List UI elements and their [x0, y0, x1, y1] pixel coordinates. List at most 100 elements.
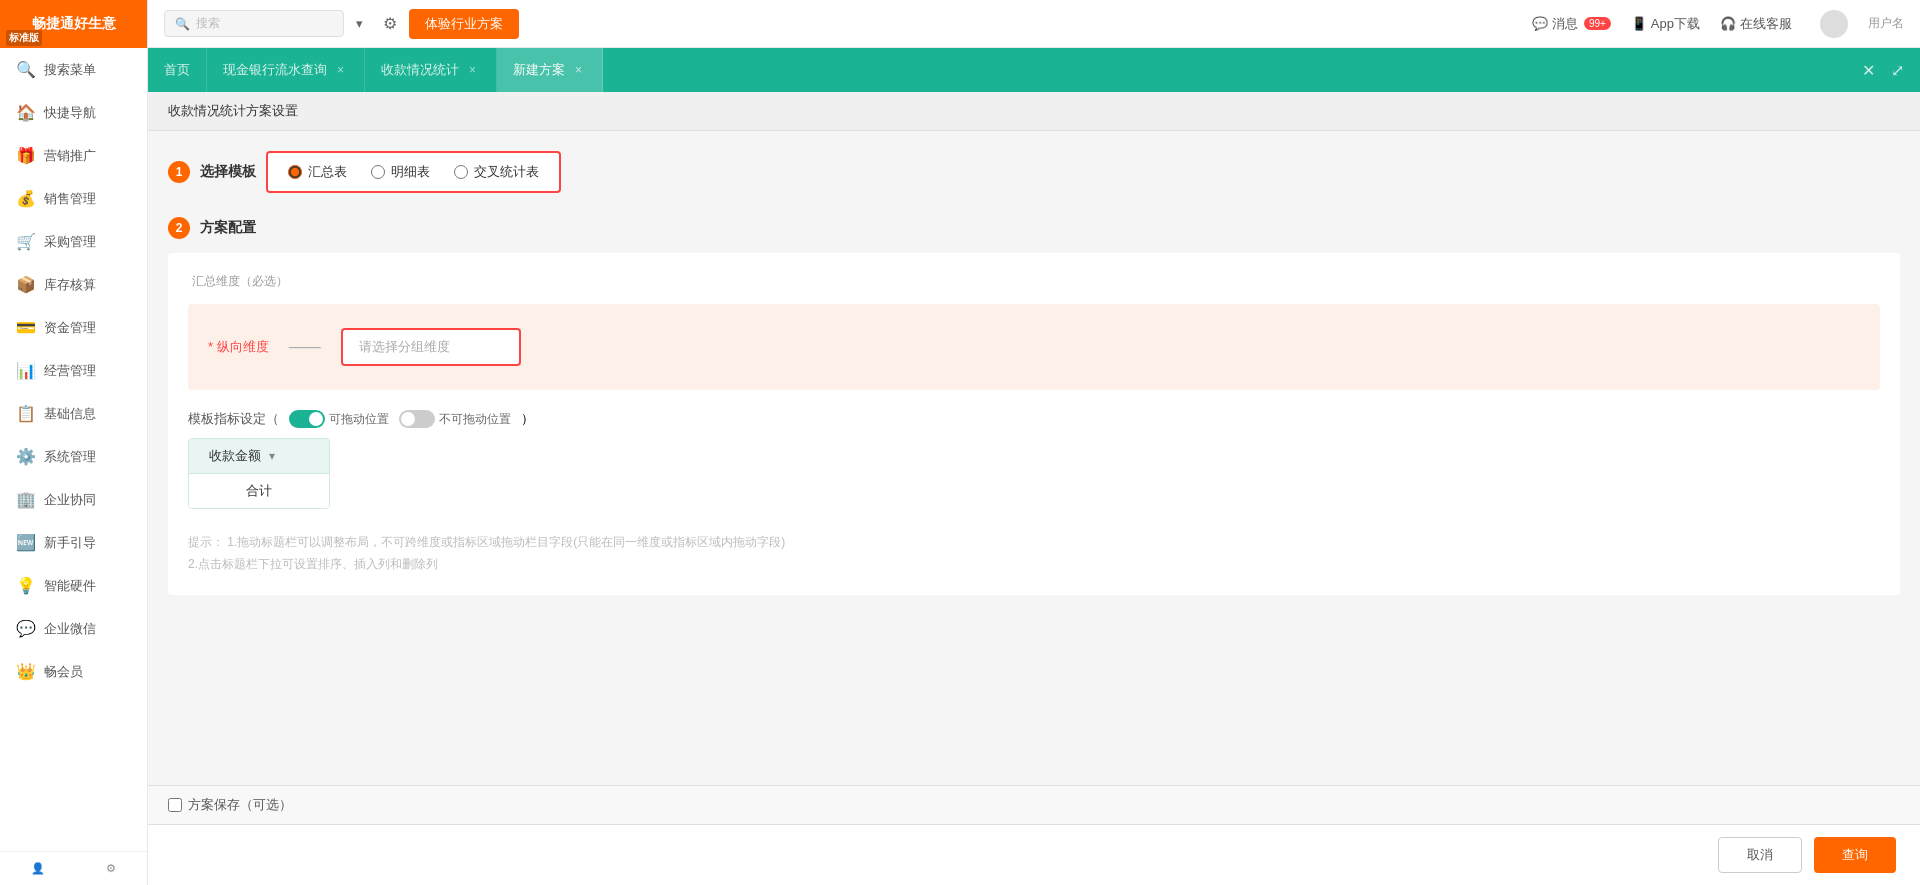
sidebar-item-purchase[interactable]: 🛒采购管理: [0, 220, 147, 263]
finance-label: 资金管理: [44, 319, 96, 337]
sidebar-item-search-menu[interactable]: 🔍搜索菜单: [0, 48, 147, 91]
step2-title: 方案配置: [200, 219, 256, 237]
hint-1: 提示： 1.拖动标题栏可以调整布局，不可跨维度或指标区域拖动栏目字段(只能在同一…: [188, 532, 1880, 554]
sidebar-item-corp-coop[interactable]: 🏢企业协同: [0, 478, 147, 521]
user-name: 用户名: [1868, 15, 1904, 32]
message-badge: 99+: [1584, 17, 1611, 30]
sidebar: 畅捷通好生意 标准版 🔍搜索菜单🏠快捷导航 🎁 营销推广 💰 销售管理 🛒采购管理 📦 库存核…: [0, 0, 148, 885]
system-label: 系统管理: [44, 448, 96, 466]
inventory-label: 库存核算: [44, 276, 96, 294]
quick-nav-icon: 🏠: [16, 103, 36, 122]
metric-header: 模板指标设定（ 可拖动位置 不可拖动位置 ）: [188, 410, 1880, 428]
sales-label: 销售管理: [44, 190, 96, 208]
query-button[interactable]: 查询: [1814, 837, 1896, 873]
dimension-section-label: 汇总维度（必选）: [192, 274, 288, 288]
tab-label-new-plan: 新建方案: [513, 61, 565, 79]
download-btn[interactable]: 📱 App下载: [1631, 15, 1700, 33]
search-placeholder-text: 搜索: [196, 15, 220, 32]
corp-wechat-label: 企业微信: [44, 620, 96, 638]
gear-icon[interactable]: ⚙: [383, 14, 397, 33]
sidebar-item-smart-hw[interactable]: 💡智能硬件: [0, 564, 147, 607]
tab-cash-bank[interactable]: 现金银行流水查询×: [207, 48, 365, 92]
user-icon: 👤: [31, 862, 45, 875]
metric-dropdown-arrow[interactable]: ▾: [269, 449, 275, 463]
sidebar-item-quick-nav[interactable]: 🏠快捷导航: [0, 91, 147, 134]
message-icon: 💬: [1532, 16, 1548, 31]
sidebar-item-finance[interactable]: 💳资金管理: [0, 306, 147, 349]
industry-btn[interactable]: 体验行业方案: [409, 9, 519, 39]
tabbar-expand-btn[interactable]: ⤢: [1887, 57, 1908, 84]
sidebar-item-basic-info[interactable]: 📋基础信息: [0, 392, 147, 435]
sidebar-item-operation[interactable]: 📊经营管理: [0, 349, 147, 392]
message-btn[interactable]: 💬 消息 99+: [1532, 15, 1611, 33]
tab-close-new-plan[interactable]: ×: [571, 61, 586, 79]
metric-header-label: 收款金额: [209, 447, 261, 465]
sidebar-item-corp-wechat[interactable]: 💬企业微信: [0, 607, 147, 650]
step2-header: 2 方案配置: [168, 217, 1900, 239]
radio-cross-input[interactable]: [454, 165, 468, 179]
cancel-button[interactable]: 取消: [1718, 837, 1802, 873]
topbar-search[interactable]: 🔍 搜索: [164, 10, 344, 37]
radio-detail-label: 明细表: [391, 163, 430, 181]
tabbar: 首页现金银行流水查询×收款情况统计× 新建方案 × ✕ ⤢: [148, 48, 1920, 92]
message-label: 消息: [1552, 15, 1578, 33]
metric-table-cell: 合计: [189, 474, 329, 508]
step2-badge: 2: [168, 217, 190, 239]
step1-header: 1 选择模板 汇总表 明细表 交叉统计表: [168, 151, 1900, 193]
step2-section: 2 方案配置 汇总维度（必选） 纵向维度 —— 请选择分组维度: [168, 217, 1900, 595]
sidebar-item-guide[interactable]: 🆕新手引导: [0, 521, 147, 564]
avatar[interactable]: [1820, 10, 1848, 38]
save-checkbox[interactable]: 方案保存（可选）: [168, 796, 292, 814]
sidebar-item-member[interactable]: 👑 畅会员: [0, 650, 147, 693]
sidebar-bottom-user[interactable]: 👤: [31, 862, 45, 875]
radio-summary-input[interactable]: [288, 165, 302, 179]
download-icon: 📱: [1631, 16, 1647, 31]
member-icon: 👑: [16, 662, 36, 681]
dimension-select[interactable]: 请选择分组维度: [341, 328, 521, 366]
corp-coop-icon: 🏢: [16, 490, 36, 509]
sidebar-item-system[interactable]: ⚙️ 系统管理: [0, 435, 147, 478]
search-menu-icon: 🔍: [16, 60, 36, 79]
sidebar-item-inventory[interactable]: 📦 库存核算: [0, 263, 147, 306]
sidebar-logo: 畅捷通好生意 标准版: [0, 0, 147, 48]
content-area: 收款情况统计方案设置 1 选择模板 汇总表 明细表: [148, 92, 1920, 785]
action-bar: 取消 查询: [148, 824, 1920, 885]
tab-new-plan[interactable]: 新建方案 ×: [497, 48, 603, 92]
sidebar-item-marketing[interactable]: 🎁 营销推广: [0, 134, 147, 177]
close-paren: ）: [521, 410, 534, 428]
operation-label: 经营管理: [44, 362, 96, 380]
page-title: 收款情况统计方案设置: [148, 92, 1920, 131]
metric-table-header[interactable]: 收款金额 ▾: [189, 439, 329, 474]
sales-icon: 💰: [16, 189, 36, 208]
tab-receipt-stats[interactable]: 收款情况统计×: [365, 48, 497, 92]
save-checkbox-input[interactable]: [168, 798, 182, 812]
toggle-fixed[interactable]: [399, 410, 435, 428]
page-body: 1 选择模板 汇总表 明细表 交叉统计表: [148, 131, 1920, 639]
main-area: 🔍 搜索 ▾ ⚙ 体验行业方案 💬 消息 99+ 📱 App下载 🎧 在线客服 …: [148, 0, 1920, 885]
tab-home[interactable]: 首页: [148, 48, 207, 92]
purchase-label: 采购管理: [44, 233, 96, 251]
marketing-label: 营销推广: [44, 147, 96, 165]
inventory-icon: 📦: [16, 275, 36, 294]
topbar-dropdown[interactable]: ▾: [356, 16, 363, 31]
radio-detail-input[interactable]: [371, 165, 385, 179]
sidebar-item-sales[interactable]: 💰 销售管理: [0, 177, 147, 220]
vertical-dim-label: 纵向维度: [208, 338, 269, 356]
system-icon: ⚙️: [16, 447, 36, 466]
sidebar-bottom-settings[interactable]: ⚙: [106, 862, 116, 875]
radio-cross[interactable]: 交叉统计表: [454, 163, 539, 181]
metric-section: 模板指标设定（ 可拖动位置 不可拖动位置 ）: [188, 410, 1880, 512]
download-label: App下载: [1651, 15, 1700, 33]
tab-close-cash-bank[interactable]: ×: [333, 61, 348, 79]
tab-close-receipt-stats[interactable]: ×: [465, 61, 480, 79]
radio-detail[interactable]: 明细表: [371, 163, 430, 181]
marketing-icon: 🎁: [16, 146, 36, 165]
toggle-draggable[interactable]: [289, 410, 325, 428]
radio-summary[interactable]: 汇总表: [288, 163, 347, 181]
service-btn[interactable]: 🎧 在线客服: [1720, 15, 1792, 33]
tabbar-close-btn[interactable]: ✕: [1858, 57, 1879, 84]
member-label: 畅会员: [44, 663, 83, 681]
dimension-label: 汇总维度（必选）: [188, 273, 1880, 290]
step1-section: 1 选择模板 汇总表 明细表 交叉统计表: [168, 151, 1900, 193]
toggle-fixed-group: 不可拖动位置: [399, 410, 511, 428]
